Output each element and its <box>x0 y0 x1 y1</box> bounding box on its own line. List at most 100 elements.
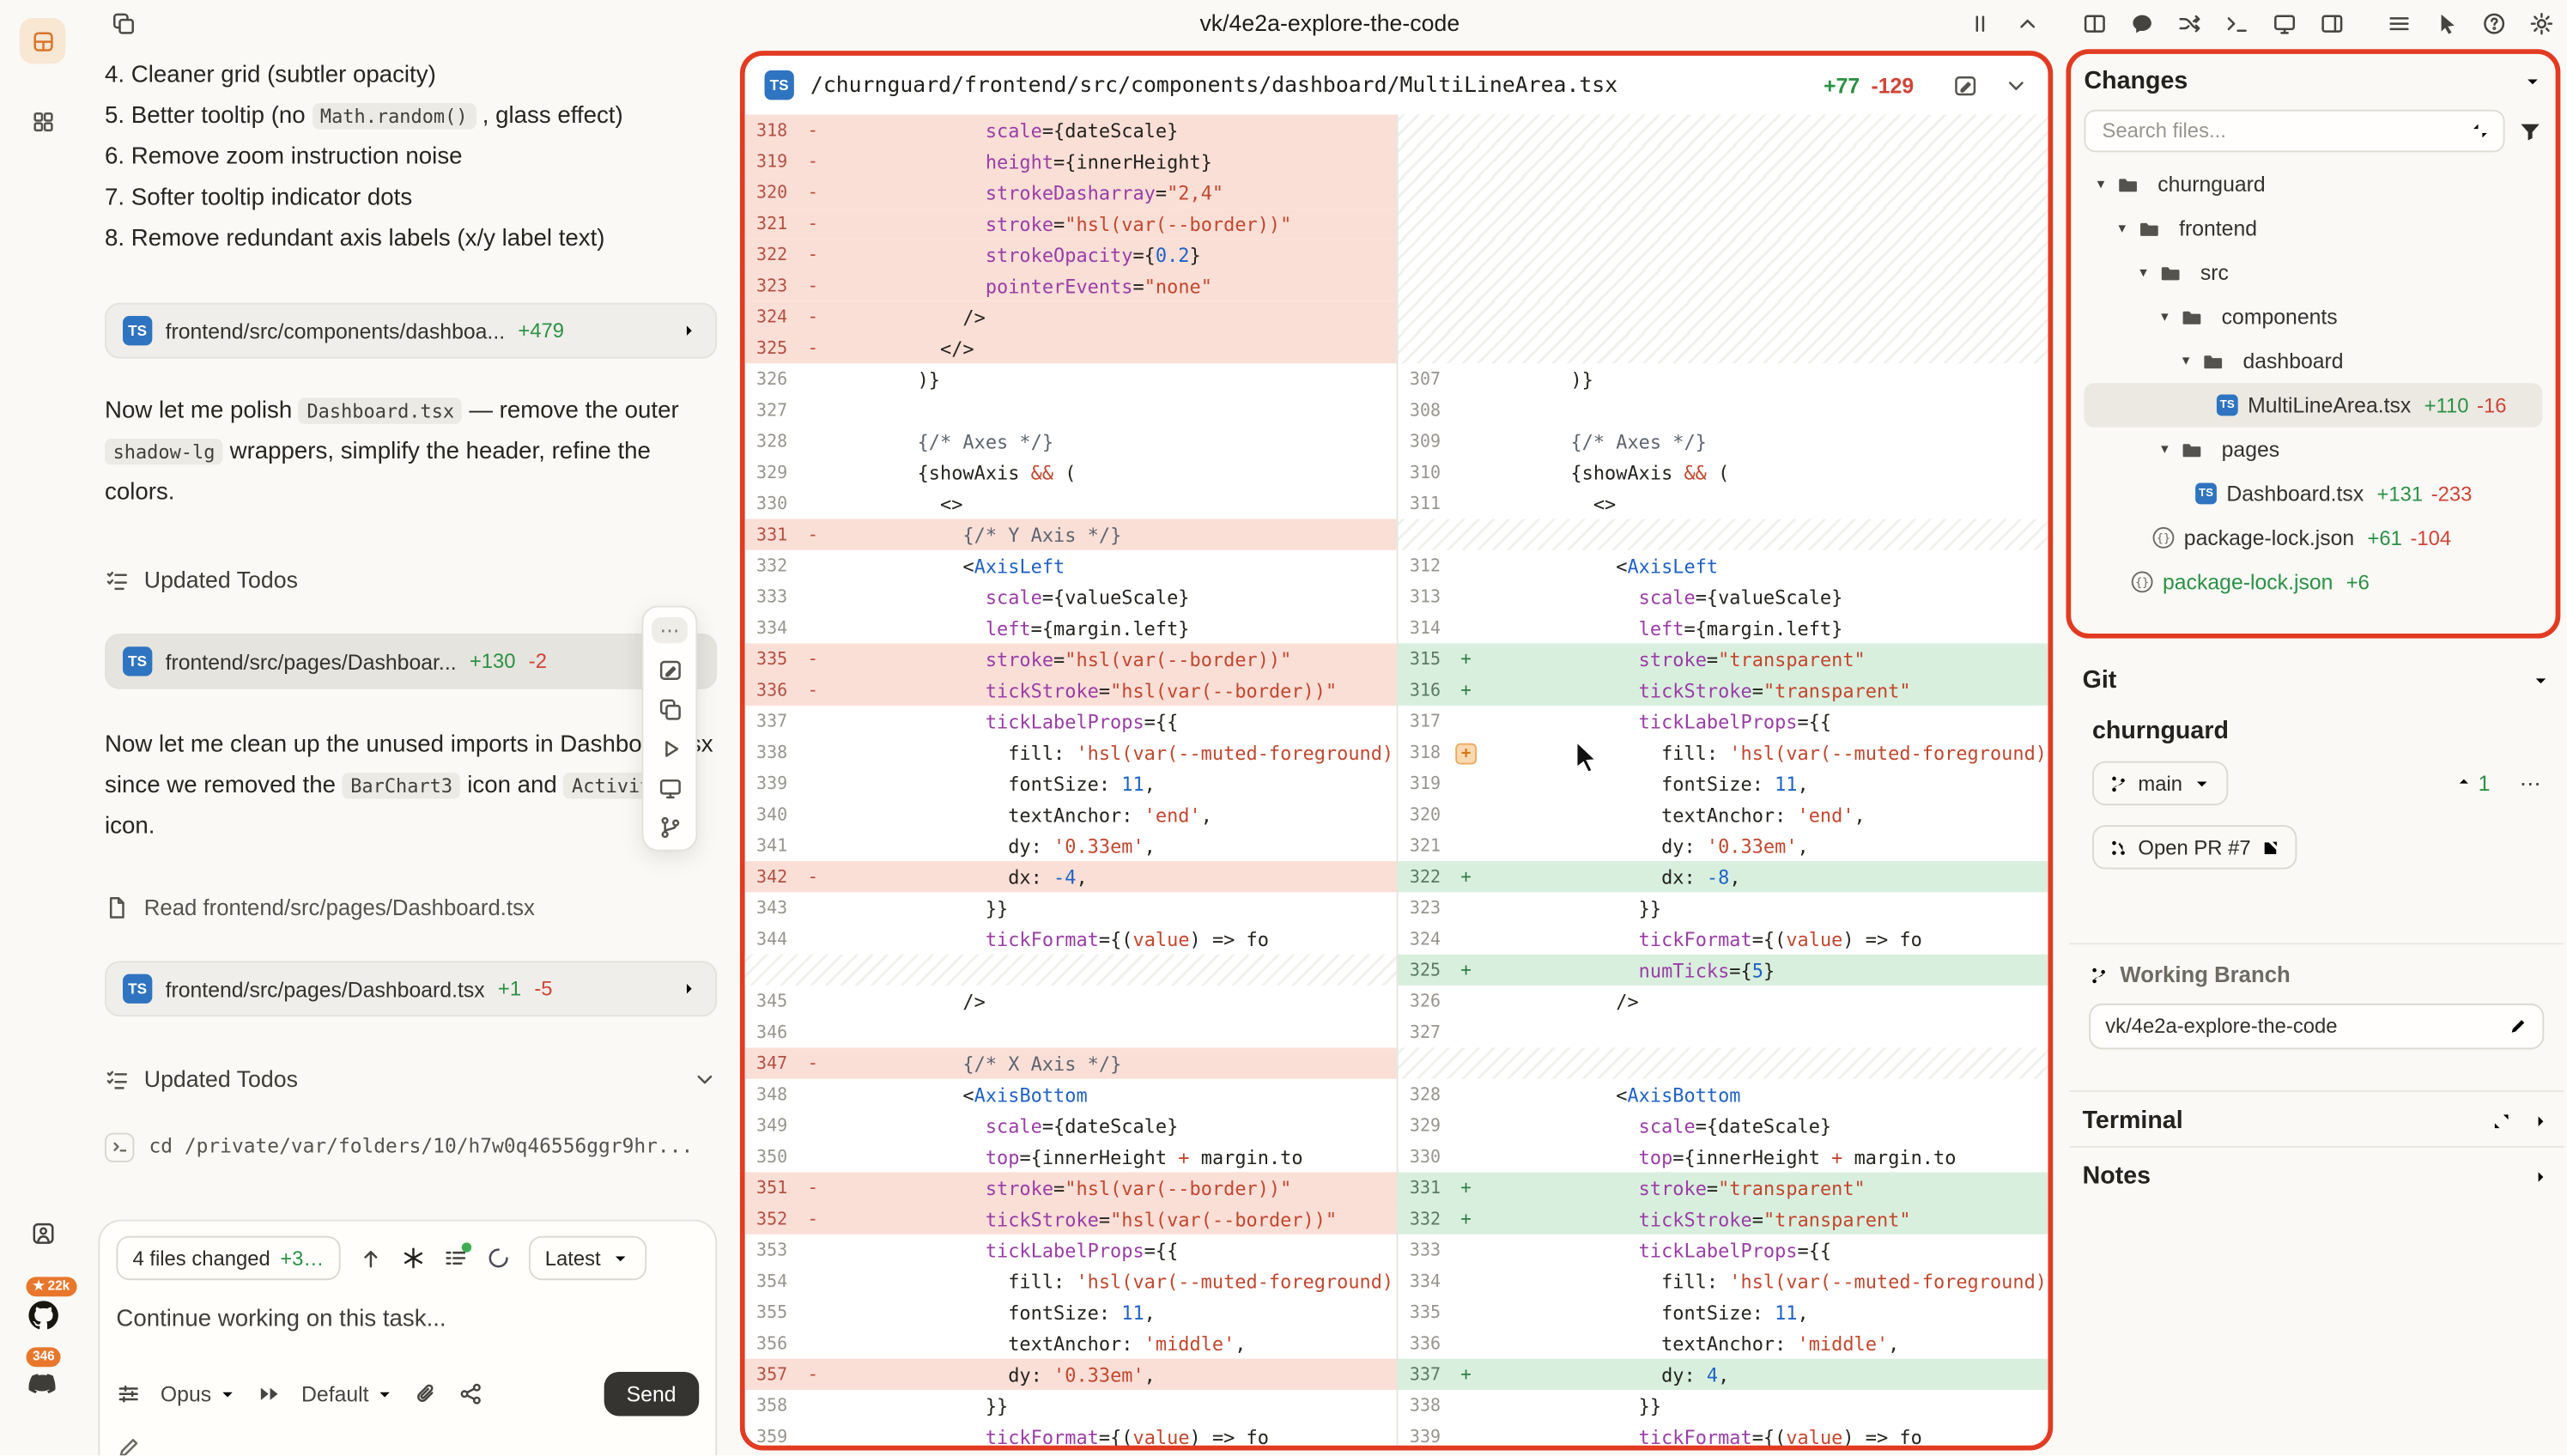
chat-transcript: 4. Cleaner grid (subtler opacity) 5. Bet… <box>105 56 717 1168</box>
layout-columns-icon[interactable] <box>2083 10 2108 35</box>
monitor-icon[interactable] <box>2273 10 2297 35</box>
todo-list-icon[interactable] <box>443 1246 468 1271</box>
model-select[interactable]: Opus <box>161 1381 238 1406</box>
read-file-row[interactable]: Read frontend/src/pages/Dashboard.tsx <box>105 888 717 929</box>
scroll-up-icon[interactable] <box>358 1246 383 1271</box>
terminal-icon[interactable] <box>2224 10 2249 35</box>
chevron-right-icon[interactable] <box>2531 1167 2551 1186</box>
filter-icon[interactable] <box>2518 118 2543 143</box>
updated-todos-row[interactable]: Updated Todos <box>105 1059 717 1101</box>
share-icon[interactable] <box>458 1381 483 1406</box>
collapse-tree-icon[interactable] <box>2470 121 2490 141</box>
diff-row: 350 top={innerHeight + margin.to330 top=… <box>745 1141 2048 1172</box>
sidebar-right-icon[interactable] <box>2320 10 2345 35</box>
diff-row: 321- stroke="hsl(var(--border))" <box>745 208 2048 239</box>
diff-panel: TS /churnguard/frontend/src/components/d… <box>740 51 2053 1450</box>
diff-line: 337 tickLabelProps={{ <box>745 706 1397 737</box>
file-change-chip[interactable]: TS frontend/src/components/dashboa... +4… <box>105 303 717 359</box>
account-icon[interactable] <box>20 1210 65 1255</box>
added-count: +6 <box>2346 571 2370 594</box>
sliders-icon[interactable] <box>116 1381 141 1406</box>
chevron-down-icon <box>610 1248 630 1268</box>
pause-icon[interactable] <box>1968 10 1993 35</box>
add-comment-button[interactable]: + <box>1455 743 1477 764</box>
tree-file-Dashboard.tsx[interactable]: TSDashboard.tsx+131-233 <box>2084 471 2542 515</box>
working-branch-input[interactable]: vk/4e2a-explore-the-code <box>2089 1004 2544 1049</box>
search-input[interactable] <box>2099 118 2471 144</box>
mode-select[interactable]: Default <box>301 1381 395 1406</box>
collapse-up-icon[interactable] <box>2015 10 2040 35</box>
files-changed-button[interactable]: 4 files changed +3… <box>116 1236 340 1280</box>
edit-message-icon[interactable] <box>658 658 683 683</box>
file-change-chip[interactable]: TS frontend/src/pages/Dashboard.tsx +1 -… <box>105 961 717 1016</box>
tree-folder-dashboard[interactable]: ▾dashboard <box>2084 339 2542 383</box>
git-more-icon[interactable]: ⋯ <box>2520 770 2541 797</box>
attachment-icon[interactable] <box>415 1381 440 1406</box>
github-icon[interactable] <box>20 1292 65 1338</box>
branch-select[interactable]: main <box>2092 761 2228 805</box>
push-ahead-count[interactable]: 1 <box>2454 771 2490 796</box>
diff-line: 356 textAnchor: 'middle', <box>745 1327 1397 1358</box>
grid-icon[interactable] <box>20 98 65 143</box>
removed-count: -16 <box>2477 394 2506 417</box>
preview-icon[interactable] <box>658 776 683 801</box>
chevron-right-icon[interactable] <box>2531 1111 2551 1131</box>
edit-diff-icon[interactable] <box>1953 73 1978 98</box>
chevron-down-icon[interactable] <box>2531 670 2551 690</box>
changes-title: Changes <box>2084 67 2188 94</box>
chevron-down-icon[interactable] <box>693 1067 718 1092</box>
tree-folder-frontend[interactable]: ▾frontend <box>2084 206 2542 250</box>
chevron-down-icon[interactable] <box>2004 73 2029 98</box>
chevron-down-icon[interactable] <box>2523 71 2543 91</box>
run-icon[interactable] <box>658 737 683 761</box>
diff-row: 342- dx: -4,322+ dx: -8, <box>745 861 2048 892</box>
chat-input[interactable]: Continue working on this task... <box>116 1307 699 1333</box>
menu-icon[interactable] <box>2387 10 2412 35</box>
tabs-icon[interactable] <box>112 11 137 36</box>
tree-file-package-lock.json[interactable]: {}package-lock.json+61-104 <box>2084 516 2542 560</box>
tree-folder-components[interactable]: ▾components <box>2084 294 2542 338</box>
added-count: +110 <box>2424 394 2469 417</box>
edit-icon[interactable] <box>2508 1016 2528 1036</box>
updated-todos-row[interactable]: Updated Todos <box>105 560 717 601</box>
more-options-icon[interactable]: ⋯ <box>652 617 688 644</box>
diff-row: 332 <AxisLeft312 <AxisLeft <box>745 550 2048 581</box>
diff-line: 354 fill: 'hsl(var(--muted-foreground))'… <box>745 1265 1397 1296</box>
tree-folder-src[interactable]: ▾src <box>2084 251 2542 294</box>
expand-icon[interactable] <box>2491 1111 2511 1131</box>
diff-line: 309 {/* Axes */} <box>1397 426 2048 457</box>
json-icon: {} <box>2153 527 2175 549</box>
shuffle-icon[interactable] <box>2177 10 2202 35</box>
terminal-command-row[interactable]: cd /private/var/folders/10/h7w0q46556ggr… <box>105 1126 717 1168</box>
edit-icon[interactable] <box>116 1435 699 1455</box>
pointer-icon[interactable] <box>2435 10 2460 35</box>
file-change-chip[interactable]: TS frontend/src/pages/Dashboar... +130 -… <box>105 634 717 689</box>
file-search[interactable] <box>2084 110 2504 153</box>
send-button[interactable]: Send <box>604 1372 699 1416</box>
added-count: +131 <box>2376 482 2423 506</box>
copy-icon[interactable] <box>658 697 683 722</box>
discord-icon[interactable] <box>20 1361 65 1406</box>
asterisk-icon[interactable] <box>401 1246 426 1271</box>
tree-file-package-lock.json[interactable]: {}package-lock.json+6 <box>2084 560 2542 604</box>
settings-gear-icon[interactable] <box>2529 10 2554 35</box>
diff-line: 322- strokeOpacity={0.2} <box>745 239 1397 270</box>
branch-icon[interactable] <box>658 816 683 840</box>
latest-dropdown[interactable]: Latest <box>529 1236 646 1280</box>
diff-line: 336- tickStroke="hsl(var(--border))" <box>745 675 1397 706</box>
diff-line: 313 scale={valueScale} <box>1397 581 2048 612</box>
diff-line: 348 <AxisBottom <box>745 1079 1397 1110</box>
diff-body[interactable]: 318- scale={dateScale}319- height={inner… <box>745 114 2048 1450</box>
chat-bubble-icon[interactable] <box>2130 10 2155 35</box>
diff-line: 332+ tickStroke="transparent" <box>1397 1204 2048 1235</box>
tree-folder-pages[interactable]: ▾pages <box>2084 428 2542 471</box>
left-rail: ★22k 346 <box>0 0 85 1455</box>
help-icon[interactable] <box>2482 10 2507 35</box>
open-pr-button[interactable]: Open PR #7 <box>2092 825 2297 869</box>
workspace-icon[interactable] <box>20 18 65 64</box>
tree-folder-churnguard[interactable]: ▾churnguard <box>2084 162 2542 206</box>
diff-line <box>1397 519 2048 549</box>
tree-file-MultiLineArea.tsx[interactable]: TSMultiLineArea.tsx+110-16 <box>2084 383 2542 427</box>
diff-line: 352- tickStroke="hsl(var(--border))" <box>745 1204 1397 1235</box>
fast-forward-icon[interactable] <box>258 1381 282 1406</box>
